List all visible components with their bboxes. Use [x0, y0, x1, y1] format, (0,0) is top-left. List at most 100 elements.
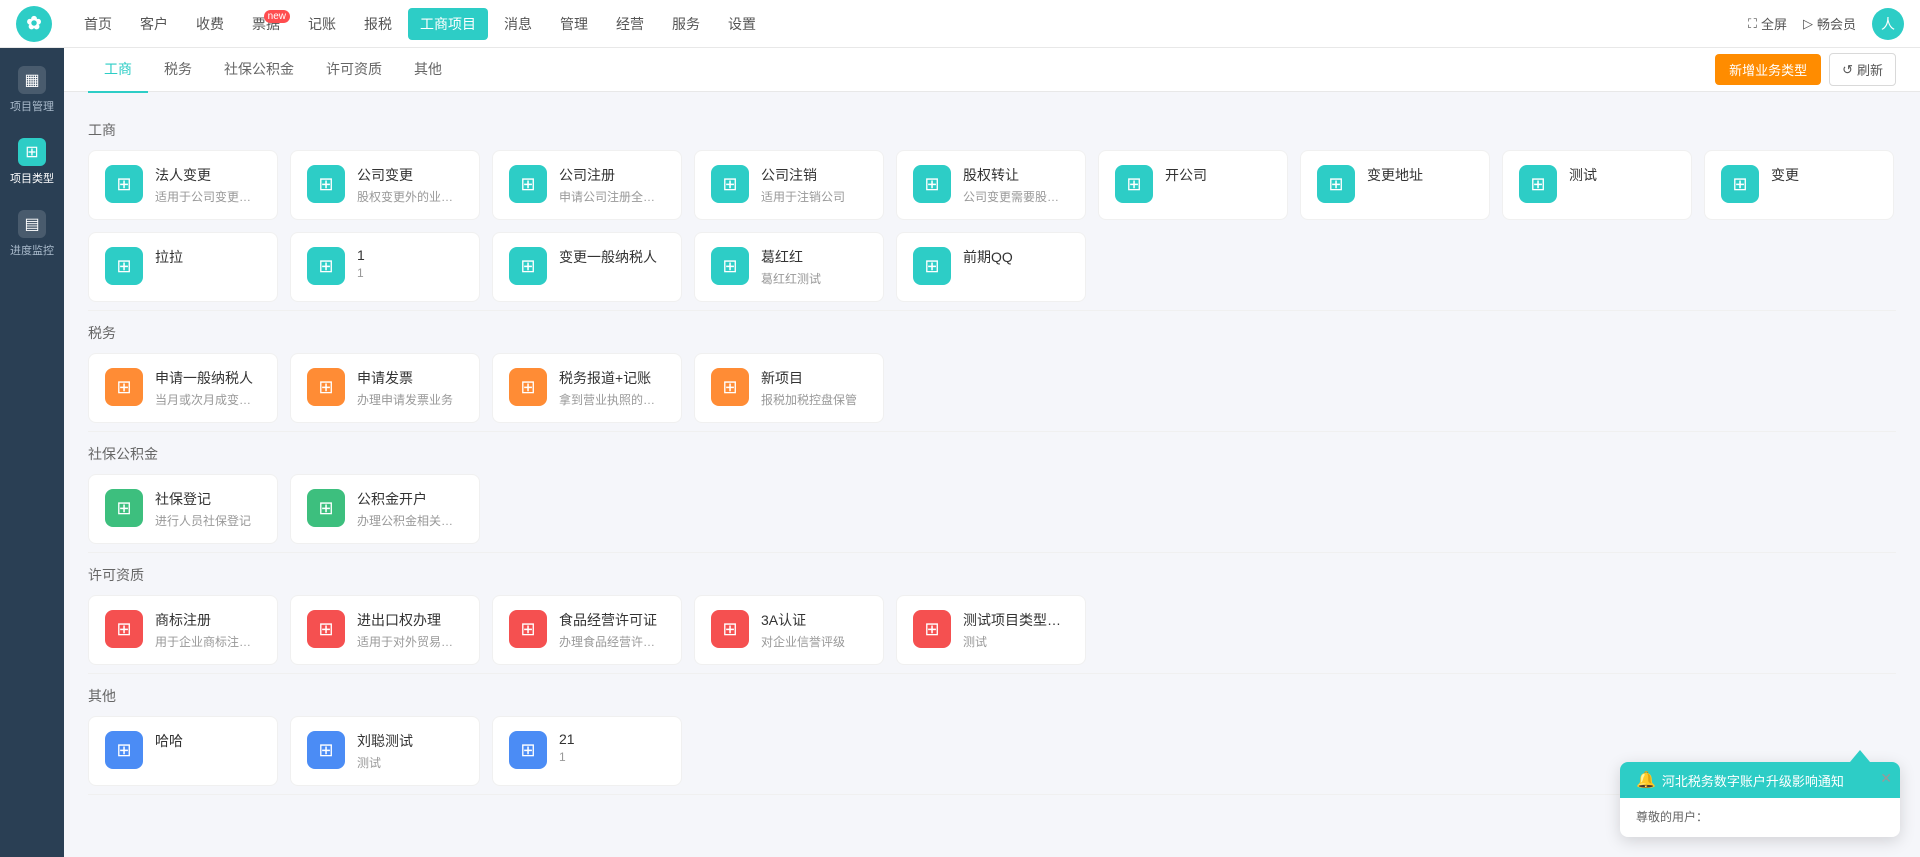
vip-btn[interactable]: ▷ 畅会员	[1803, 14, 1856, 33]
biz-card-desc-gongshang-2: 申请公司注册全流程	[559, 188, 665, 205]
tab-bar-right: 新增业务类型 ↺ 刷新	[1715, 53, 1896, 86]
sidebar-item-progress-monitor[interactable]: ▤ 进度监控	[0, 200, 64, 268]
biz-card-name-gongshang-7: 测试	[1569, 165, 1675, 185]
biz-card-icon-qita-2: ⊞	[509, 731, 547, 769]
biz-card-icon-qita-0: ⊞	[105, 731, 143, 769]
tab-gongshang[interactable]: 工商	[88, 47, 148, 93]
biz-card-icon-shuiwu-1: ⊞	[307, 368, 345, 406]
nav-item-taxreport[interactable]: 报税	[352, 8, 404, 40]
biz-card-icon-gongshang-7: ⊞	[1519, 165, 1557, 203]
biz-card-info-shuiwu-0: 申请一般纳税人 当月或次月成变更完成	[155, 368, 261, 408]
biz-card-gongshang-5[interactable]: ⊞ 开公司	[1098, 150, 1288, 220]
sidebar-item-project-manage[interactable]: ▦ 项目管理	[0, 56, 64, 124]
sidebar-icon-progress-monitor: ▤	[18, 210, 46, 238]
biz-card-gongshang-7[interactable]: ⊞ 测试	[1502, 150, 1692, 220]
tab-xuke[interactable]: 许可资质	[310, 47, 398, 93]
nav-item-service[interactable]: 服务	[660, 8, 712, 40]
biz-card-icon-gongshang-9: ⊞	[105, 247, 143, 285]
biz-card-name-gongshang-8: 变更	[1771, 165, 1877, 185]
biz-card-name-gongshang-0: 法人变更	[155, 165, 261, 185]
biz-card-gongshang-1[interactable]: ⊞ 公司变更 股权变更外的业务变更	[290, 150, 480, 220]
biz-card-desc-gongshang-4: 公司变更需要股权转让	[963, 188, 1069, 205]
nav-item-settings[interactable]: 设置	[716, 8, 768, 40]
biz-card-name-shuiwu-1: 申请发票	[357, 368, 463, 388]
biz-card-gongshang-3[interactable]: ⊞ 公司注销 适用于注销公司	[694, 150, 884, 220]
biz-card-desc-xuke-2: 办理食品经营许可证	[559, 633, 665, 650]
user-avatar[interactable]: 人	[1872, 8, 1904, 40]
new-type-button[interactable]: 新增业务类型	[1715, 54, 1821, 85]
tab-qita[interactable]: 其他	[398, 47, 458, 93]
nav-item-fee[interactable]: 收费	[184, 8, 236, 40]
notification-close-button[interactable]: ✕	[1880, 770, 1892, 787]
biz-card-gongshang-12[interactable]: ⊞ 葛红红 葛红红测试	[694, 232, 884, 302]
biz-card-shuiwu-1[interactable]: ⊞ 申请发票 办理申请发票业务	[290, 353, 480, 423]
biz-card-icon-gongshang-5: ⊞	[1115, 165, 1153, 203]
biz-card-gongshang-0[interactable]: ⊞ 法人变更 适用于公司变更法人	[88, 150, 278, 220]
biz-card-qita-0[interactable]: ⊞ 哈哈	[88, 716, 278, 786]
biz-card-info-gongshang-4: 股权转让 公司变更需要股权转让	[963, 165, 1069, 205]
nav-item-manage[interactable]: 管理	[548, 8, 600, 40]
biz-card-xuke-2[interactable]: ⊞ 食品经营许可证 办理食品经营许可证	[492, 595, 682, 665]
biz-card-icon-xuke-3: ⊞	[711, 610, 749, 648]
biz-card-icon-shebao-1: ⊞	[307, 489, 345, 527]
biz-card-name-shuiwu-3: 新项目	[761, 368, 867, 388]
biz-card-info-shuiwu-1: 申请发票 办理申请发票业务	[357, 368, 463, 408]
biz-card-info-xuke-0: 商标注册 用于企业商标注册服务	[155, 610, 261, 650]
card-grid-shuiwu: ⊞ 申请一般纳税人 当月或次月成变更完成 ⊞ 申请发票 办理申请发票业务 ⊞ 税…	[88, 353, 1896, 423]
nav-item-operation[interactable]: 经营	[604, 8, 656, 40]
biz-card-info-xuke-3: 3A认证 对企业信誉评级	[761, 610, 867, 650]
nav-item-bill[interactable]: 票据new	[240, 8, 292, 40]
top-navigation: ✿ 首页客户收费票据new记账报税工商项目消息管理经营服务设置 ⛶ 全屏 ▷ 畅…	[0, 0, 1920, 48]
biz-card-name-gongshang-2: 公司注册	[559, 165, 665, 185]
biz-card-gongshang-9[interactable]: ⊞ 拉拉	[88, 232, 278, 302]
biz-card-qita-1[interactable]: ⊞ 刘聪测试 测试	[290, 716, 480, 786]
biz-card-shebao-1[interactable]: ⊞ 公积金开户 办理公积金相关业务	[290, 474, 480, 544]
biz-card-qita-2[interactable]: ⊞ 21 1	[492, 716, 682, 786]
biz-card-name-gongshang-13: 前期QQ	[963, 247, 1069, 267]
biz-card-name-qita-0: 哈哈	[155, 731, 261, 751]
biz-card-icon-gongshang-1: ⊞	[307, 165, 345, 203]
biz-card-shuiwu-3[interactable]: ⊞ 新项目 报税加税控盘保管	[694, 353, 884, 423]
sidebar-label-progress-monitor: 进度监控	[10, 242, 54, 258]
nav-item-bizproject[interactable]: 工商项目	[408, 8, 488, 40]
biz-card-shuiwu-0[interactable]: ⊞ 申请一般纳税人 当月或次月成变更完成	[88, 353, 278, 423]
biz-card-name-qita-2: 21	[559, 731, 665, 747]
biz-card-info-gongshang-3: 公司注销 适用于注销公司	[761, 165, 867, 205]
nav-item-home[interactable]: 首页	[72, 8, 124, 40]
biz-card-info-shuiwu-2: 税务报道+记账 拿到营业执照的新公司	[559, 368, 665, 408]
biz-card-xuke-1[interactable]: ⊞ 进出口权办理 适用于对外贸易经营者	[290, 595, 480, 665]
tab-items: 工商税务社保公积金许可资质其他	[88, 47, 458, 92]
biz-card-gongshang-2[interactable]: ⊞ 公司注册 申请公司注册全流程	[492, 150, 682, 220]
biz-card-desc-shuiwu-2: 拿到营业执照的新公司	[559, 391, 665, 408]
biz-card-gongshang-4[interactable]: ⊞ 股权转让 公司变更需要股权转让	[896, 150, 1086, 220]
biz-card-gongshang-6[interactable]: ⊞ 变更地址	[1300, 150, 1490, 220]
biz-card-icon-gongshang-6: ⊞	[1317, 165, 1355, 203]
biz-card-gongshang-8[interactable]: ⊞ 变更	[1704, 150, 1894, 220]
biz-card-xuke-4[interactable]: ⊞ 测试项目类型自定义 测试	[896, 595, 1086, 665]
tab-shebao[interactable]: 社保公积金	[208, 47, 310, 93]
biz-card-xuke-0[interactable]: ⊞ 商标注册 用于企业商标注册服务	[88, 595, 278, 665]
biz-card-icon-gongshang-4: ⊞	[913, 165, 951, 203]
biz-card-shebao-0[interactable]: ⊞ 社保登记 进行人员社保登记	[88, 474, 278, 544]
nav-item-message[interactable]: 消息	[492, 8, 544, 40]
tab-shuiwu[interactable]: 税务	[148, 47, 208, 93]
sidebar-item-project-type[interactable]: ⊞ 项目类型	[0, 128, 64, 196]
biz-card-name-gongshang-5: 开公司	[1165, 165, 1271, 185]
fullscreen-label: 全屏	[1761, 14, 1787, 33]
notif-content: 尊敬的用户：	[1636, 808, 1884, 825]
biz-card-name-gongshang-9: 拉拉	[155, 247, 261, 267]
nav-item-client[interactable]: 客户	[128, 8, 180, 40]
fullscreen-btn[interactable]: ⛶ 全屏	[1748, 14, 1787, 33]
biz-card-info-gongshang-2: 公司注册 申请公司注册全流程	[559, 165, 665, 205]
section-divider-shuiwu	[88, 431, 1896, 432]
biz-card-desc-gongshang-3: 适用于注销公司	[761, 188, 867, 205]
section-divider-shebao	[88, 552, 1896, 553]
refresh-button[interactable]: ↺ 刷新	[1829, 53, 1896, 86]
biz-card-gongshang-13[interactable]: ⊞ 前期QQ	[896, 232, 1086, 302]
biz-card-gongshang-11[interactable]: ⊞ 变更一般纳税人	[492, 232, 682, 302]
biz-card-gongshang-10[interactable]: ⊞ 1 1	[290, 232, 480, 302]
biz-card-xuke-3[interactable]: ⊞ 3A认证 对企业信誉评级	[694, 595, 884, 665]
biz-card-shuiwu-2[interactable]: ⊞ 税务报道+记账 拿到营业执照的新公司	[492, 353, 682, 423]
nav-item-bookkeeping[interactable]: 记账	[296, 8, 348, 40]
vip-label: 畅会员	[1817, 14, 1856, 33]
